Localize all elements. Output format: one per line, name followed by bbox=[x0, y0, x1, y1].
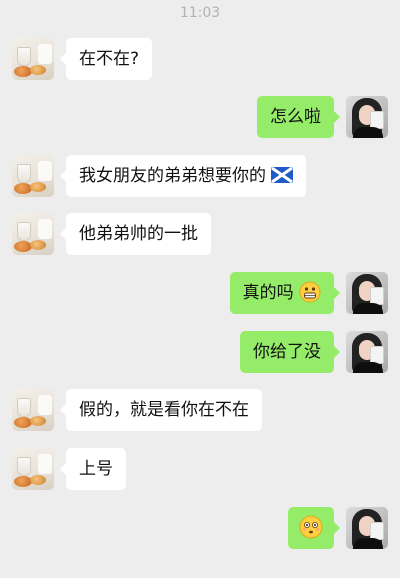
message-row: 真的吗 bbox=[0, 272, 400, 314]
grinning-face-icon bbox=[299, 281, 321, 302]
message-timestamp: 11:03 bbox=[179, 5, 221, 21]
my-avatar[interactable] bbox=[346, 507, 388, 549]
message-bubble[interactable]: 怎么啦 bbox=[257, 96, 340, 138]
message-bubble[interactable] bbox=[288, 507, 340, 549]
message-text: 怎么啦 bbox=[270, 107, 321, 127]
contact-avatar[interactable] bbox=[12, 389, 54, 431]
scotland-flag-icon bbox=[271, 166, 294, 183]
my-avatar[interactable] bbox=[346, 331, 388, 373]
message-text: 在不在? bbox=[79, 49, 140, 69]
contact-avatar[interactable] bbox=[12, 38, 54, 80]
message-bubble[interactable]: 假的，就是看你在不在 bbox=[60, 389, 262, 431]
my-avatar[interactable] bbox=[346, 96, 388, 138]
message-row: 你给了没 bbox=[0, 331, 400, 373]
message-text: 你给了没 bbox=[253, 342, 321, 362]
message-text: 他弟弟帅的一批 bbox=[79, 224, 198, 244]
message-row: 上号 bbox=[0, 448, 400, 490]
message-text: 上号 bbox=[79, 459, 113, 479]
message-row: 怎么啦 bbox=[0, 96, 400, 138]
message-bubble[interactable]: 我女朋友的弟弟想要你的 bbox=[59, 155, 307, 197]
message-row: 我女朋友的弟弟想要你的 bbox=[0, 155, 400, 197]
message-row: 假的，就是看你在不在 bbox=[0, 389, 400, 431]
message-row: 他弟弟帅的一批 bbox=[0, 213, 400, 255]
message-text: 真的吗 bbox=[242, 283, 294, 303]
contact-avatar[interactable] bbox=[12, 213, 54, 255]
chat-screen: 11:03 在不在? 怎么啦 我女朋友的弟弟想要你的 他弟弟帅的一批 真的吗 你… bbox=[0, 0, 400, 578]
message-bubble[interactable]: 真的吗 bbox=[229, 272, 341, 314]
message-text: 假的，就是看你在不在 bbox=[79, 400, 249, 420]
my-avatar[interactable] bbox=[346, 272, 388, 314]
message-bubble[interactable]: 他弟弟帅的一批 bbox=[60, 213, 211, 255]
message-row bbox=[0, 507, 400, 549]
contact-avatar[interactable] bbox=[12, 448, 54, 490]
message-bubble[interactable]: 你给了没 bbox=[240, 331, 340, 373]
message-bubble[interactable]: 上号 bbox=[60, 448, 126, 490]
contact-avatar[interactable] bbox=[12, 155, 54, 197]
message-text: 我女朋友的弟弟想要你的 bbox=[79, 166, 266, 186]
flushed-face-icon bbox=[299, 515, 323, 538]
message-row: 在不在? bbox=[0, 38, 400, 80]
message-bubble[interactable]: 在不在? bbox=[59, 38, 153, 80]
